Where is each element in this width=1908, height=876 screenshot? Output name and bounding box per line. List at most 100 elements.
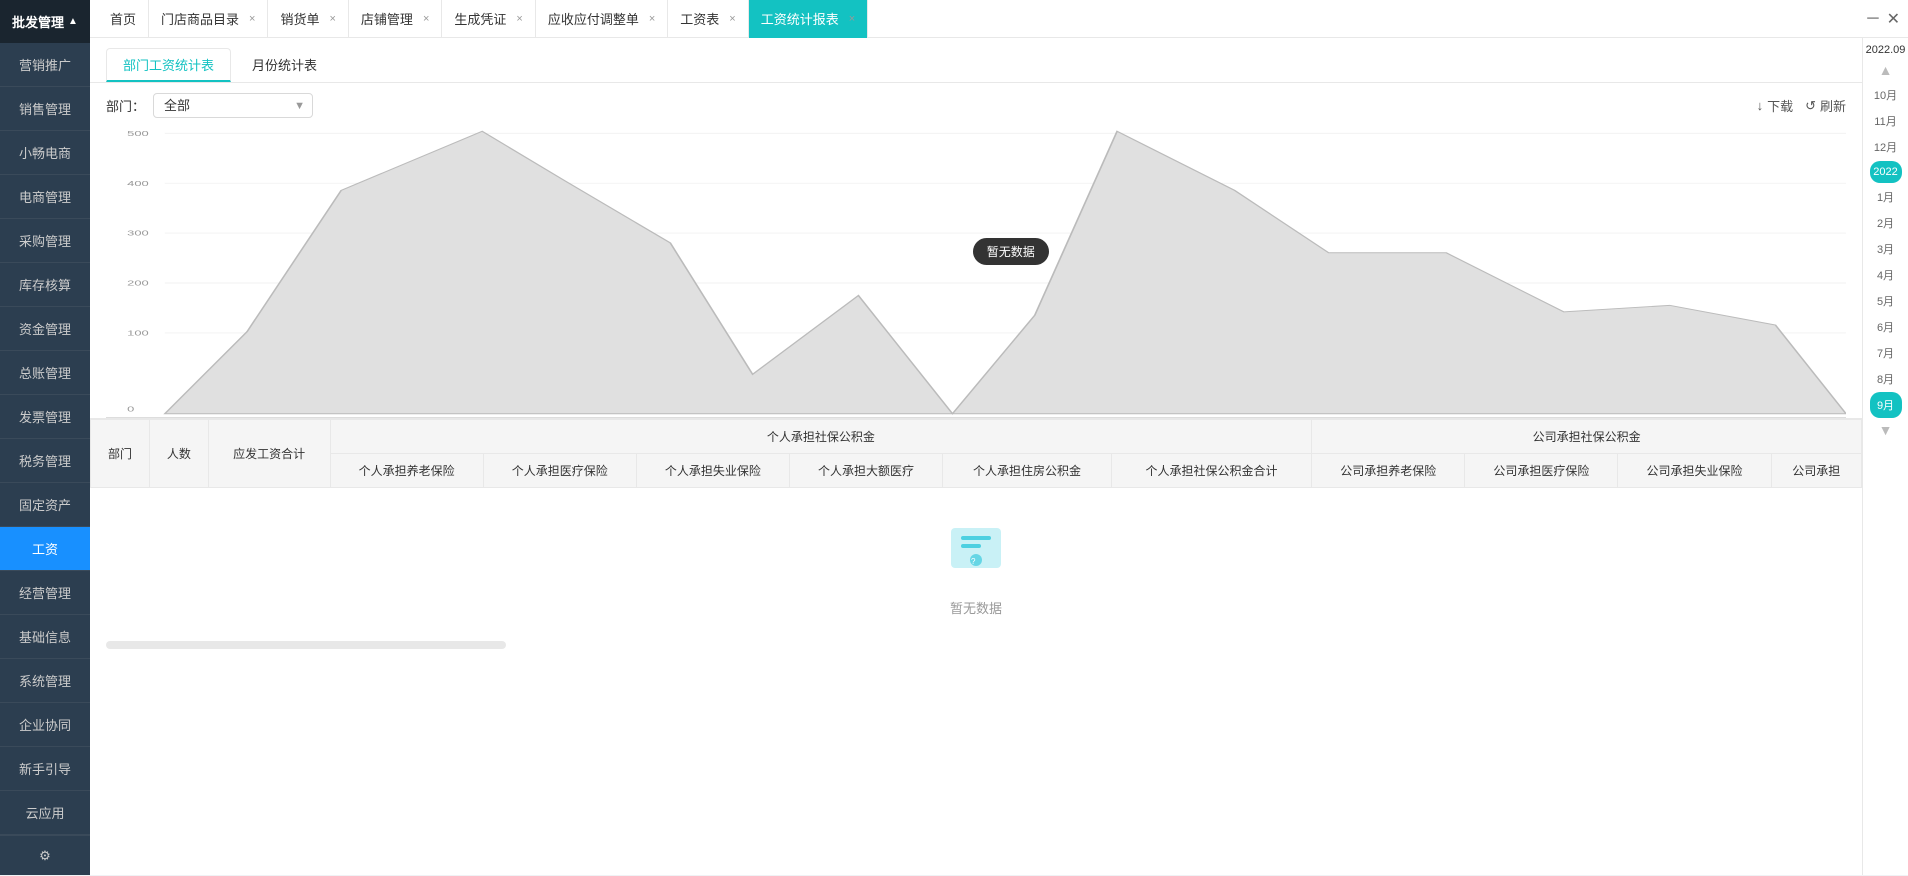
sidebar-item-云应用[interactable]: 云应用 — [0, 791, 90, 835]
timeline-month-10[interactable]: 10月 — [1863, 82, 1908, 108]
timeline-month-9[interactable]: 9月 — [1870, 392, 1902, 418]
svg-text:0: 0 — [127, 406, 134, 414]
sidebar-item-营销推广[interactable]: 营销推广 — [0, 43, 90, 87]
content: 部门工资统计表月份统计表 部门： 全部 ▼ — [90, 38, 1862, 875]
tab-close-店铺管理[interactable]: × — [423, 13, 429, 25]
toolbar-right: ↓ 下载 ↺ 刷新 — [1757, 96, 1846, 115]
sidebar-item-系统管理[interactable]: 系统管理 — [0, 659, 90, 703]
empty-icon-svg: ? — [936, 508, 1016, 588]
sidebar-item-小畅电商[interactable]: 小畅电商 — [0, 131, 90, 175]
tab-close-应收应付调整单[interactable]: × — [649, 13, 655, 25]
tab-工资表[interactable]: 工资表× — [668, 0, 748, 38]
timeline-month-2[interactable]: 2月 — [1863, 210, 1908, 236]
sidebar-item-电商管理[interactable]: 电商管理 — [0, 175, 90, 219]
sidebar-item-库存核算[interactable]: 库存核算 — [0, 263, 90, 307]
table-header-row-1: 部门 人数 应发工资合计 个人承担社保公积金 公司承担社保公积金 — [91, 420, 1862, 454]
timeline-year-label[interactable]: 2022.09 — [1862, 42, 1908, 58]
sidebar-item-发票管理[interactable]: 发票管理 — [0, 395, 90, 439]
tab-店铺管理[interactable]: 店铺管理× — [349, 0, 442, 38]
tab-close-销货单[interactable]: × — [329, 13, 335, 25]
timeline-month-7[interactable]: 7月 — [1863, 340, 1908, 366]
sidebar-item-销售管理[interactable]: 销售管理 — [0, 87, 90, 131]
subtab-部门工资统计表[interactable]: 部门工资统计表 — [106, 48, 231, 82]
timeline-month-3[interactable]: 3月 — [1863, 236, 1908, 262]
download-icon: ↓ — [1757, 98, 1764, 113]
sidebar-item-基础信息[interactable]: 基础信息 — [0, 615, 90, 659]
timeline-month-6[interactable]: 6月 — [1863, 314, 1908, 340]
svg-text:100: 100 — [127, 330, 149, 338]
svg-text:400: 400 — [127, 180, 149, 188]
timeline-panel: 2022.09 ▲ 10月 11月 12月 2022 1月 2月 3月 4月 5… — [1862, 38, 1908, 875]
timeline-down-arrow[interactable]: ▼ — [1875, 418, 1897, 442]
timeline-month-8[interactable]: 8月 — [1863, 366, 1908, 392]
sidebar-item-企业协同[interactable]: 企业协同 — [0, 703, 90, 747]
timeline-month-5[interactable]: 5月 — [1863, 288, 1908, 314]
dept-select[interactable]: 全部 — [153, 93, 313, 118]
th-c-pension: 公司承担养老保险 — [1312, 454, 1465, 488]
tab-bar: 首页门店商品目录×销货单×店铺管理×生成凭证×应收应付调整单×工资表×工资统计报… — [90, 0, 1908, 38]
main-content-row: 部门工资统计表月份统计表 部门： 全部 ▼ — [90, 38, 1908, 875]
th-personal-insurance: 个人承担社保公积金 — [330, 420, 1312, 454]
th-p-medical: 个人承担医疗保险 — [483, 454, 636, 488]
tab-销货单[interactable]: 销货单× — [268, 0, 348, 38]
th-count: 人数 — [149, 420, 208, 488]
tab-应收应付调整单[interactable]: 应收应付调整单× — [536, 0, 668, 38]
tab-close-工资表[interactable]: × — [729, 13, 735, 25]
timeline-month-11[interactable]: 11月 — [1863, 108, 1908, 134]
sidebar-item-采购管理[interactable]: 采购管理 — [0, 219, 90, 263]
sidebar-item-固定资产[interactable]: 固定资产 — [0, 483, 90, 527]
chart-no-data-bubble: 暂无数据 — [973, 238, 1049, 265]
tab-门店商品目录[interactable]: 门店商品目录× — [149, 0, 268, 38]
tab-生成凭证[interactable]: 生成凭证× — [442, 0, 535, 38]
empty-label: 暂无数据 — [950, 598, 1002, 617]
horizontal-scrollbar[interactable] — [106, 641, 506, 649]
tab-close-工资统计报表[interactable]: × — [849, 13, 855, 25]
th-total-wage: 应发工资合计 — [208, 420, 330, 488]
tab-首页[interactable]: 首页 — [98, 0, 149, 38]
chart-container: 500 400 300 200 100 0 — [90, 128, 1862, 418]
minimize-icon[interactable]: ─ — [1867, 10, 1878, 28]
sidebar: 批发管理 ▲ 营销推广销售管理小畅电商电商管理采购管理库存核算资金管理总账管理发… — [0, 0, 90, 875]
sub-tabs: 部门工资统计表月份统计表 — [90, 38, 1862, 83]
svg-text:500: 500 — [127, 130, 149, 138]
refresh-button[interactable]: ↺ 刷新 — [1805, 96, 1846, 115]
th-company-insurance: 公司承担社保公积金 — [1312, 420, 1862, 454]
th-p-unemploy: 个人承担失业保险 — [636, 454, 789, 488]
timeline-month-12[interactable]: 12月 — [1863, 134, 1908, 160]
th-p-housing: 个人承担住房公积金 — [943, 454, 1112, 488]
download-button[interactable]: ↓ 下载 — [1757, 96, 1794, 115]
sidebar-item-经营管理[interactable]: 经营管理 — [0, 571, 90, 615]
sidebar-header[interactable]: 批发管理 ▲ — [0, 0, 90, 43]
main-area: 首页门店商品目录×销货单×店铺管理×生成凭证×应收应付调整单×工资表×工资统计报… — [90, 0, 1908, 875]
refresh-icon: ↺ — [1805, 98, 1816, 114]
svg-text:200: 200 — [127, 280, 149, 288]
sidebar-title: 批发管理 — [12, 12, 64, 31]
sidebar-footer[interactable]: ⚙ — [0, 835, 90, 876]
sidebar-item-新手引导[interactable]: 新手引导 — [0, 747, 90, 791]
th-dept: 部门 — [91, 420, 150, 488]
main-content-inner: 部门工资统计表月份统计表 部门： 全部 ▼ — [90, 38, 1862, 875]
timeline-month-4[interactable]: 4月 — [1863, 262, 1908, 288]
close-icon[interactable]: ✕ — [1887, 9, 1900, 29]
chart-svg: 500 400 300 200 100 0 — [106, 128, 1846, 417]
chart-area — [165, 131, 1846, 413]
tab-close-生成凭证[interactable]: × — [516, 13, 522, 25]
sidebar-item-税务管理[interactable]: 税务管理 — [0, 439, 90, 483]
th-p-large-medical: 个人承担大额医疗 — [789, 454, 942, 488]
table-container[interactable]: 部门 人数 应发工资合计 个人承担社保公积金 公司承担社保公积金 个人承担养老保… — [90, 418, 1862, 875]
timeline-year-2022[interactable]: 2022 — [1870, 161, 1902, 183]
table-header-row-2: 个人承担养老保险 个人承担医疗保险 个人承担失业保险 个人承担大额医疗 个人承担… — [91, 454, 1862, 488]
sidebar-arrow-icon: ▲ — [68, 16, 78, 27]
th-p-pension: 个人承担养老保险 — [330, 454, 483, 488]
tab-工资统计报表[interactable]: 工资统计报表× — [749, 0, 868, 38]
sidebar-item-资金管理[interactable]: 资金管理 — [0, 307, 90, 351]
tab-close-门店商品目录[interactable]: × — [249, 13, 255, 25]
subtab-月份统计表[interactable]: 月份统计表 — [235, 48, 334, 82]
toolbar: 部门： 全部 ▼ ↓ 下载 — [90, 83, 1862, 128]
dept-label: 部门： — [106, 96, 145, 115]
timeline-up-arrow[interactable]: ▲ — [1875, 58, 1897, 82]
sidebar-item-总账管理[interactable]: 总账管理 — [0, 351, 90, 395]
gear-icon: ⚙ — [39, 848, 51, 863]
timeline-month-1[interactable]: 1月 — [1863, 184, 1908, 210]
sidebar-item-工资[interactable]: 工资 — [0, 527, 90, 571]
